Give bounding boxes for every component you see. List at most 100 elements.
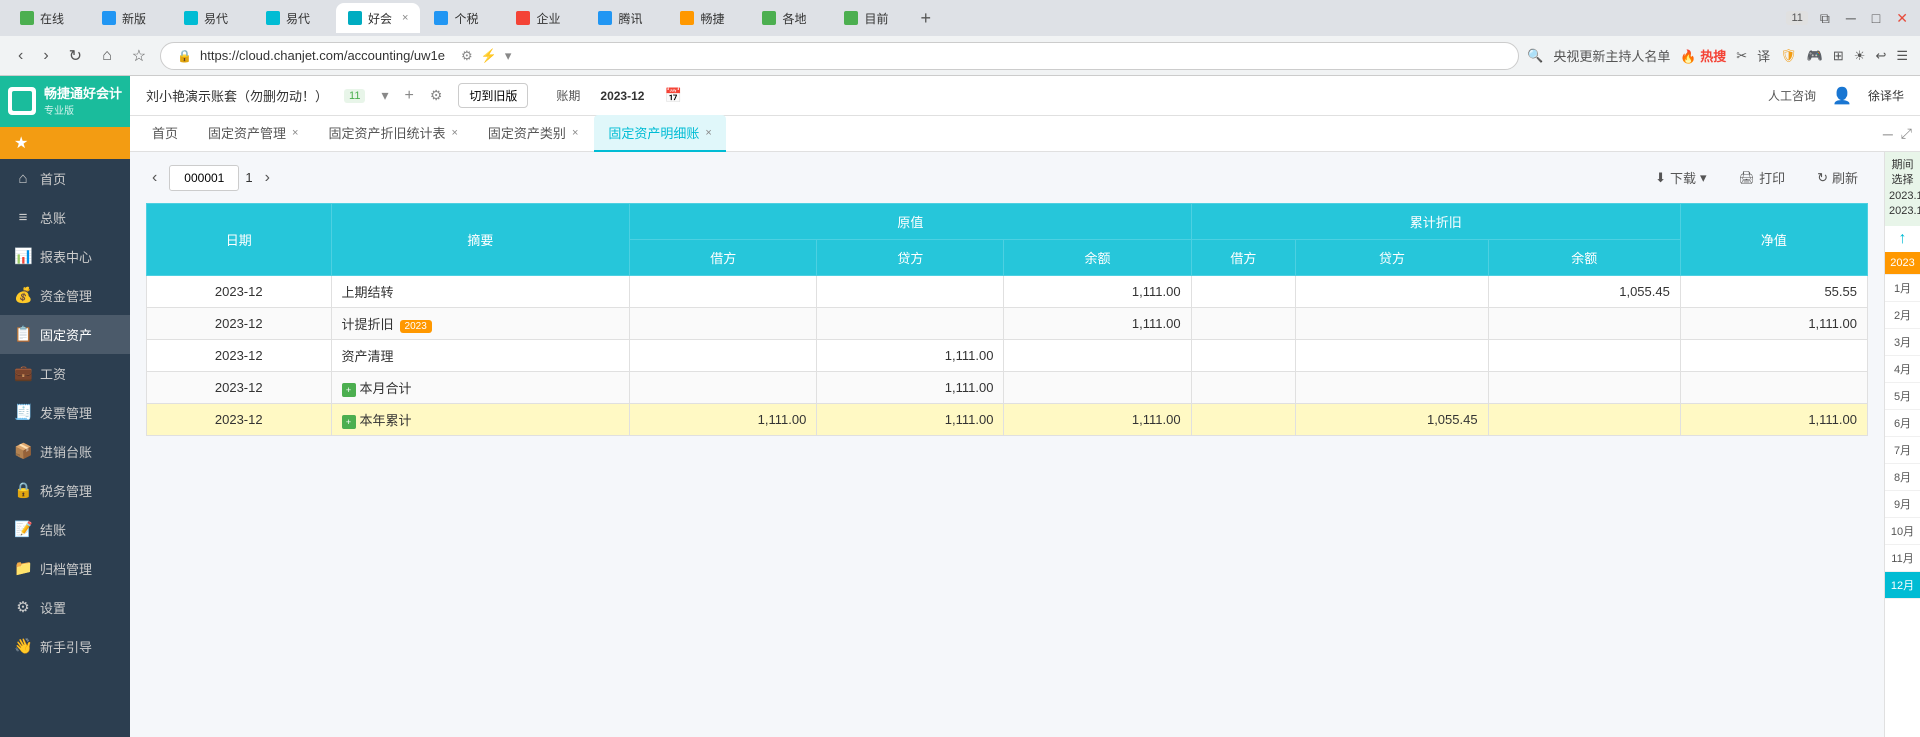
- period-item-7[interactable]: 7月: [1885, 437, 1920, 464]
- sidebar-item-tax[interactable]: 🔒 税务管理: [0, 471, 130, 510]
- sidebar-item-settings[interactable]: ⚙ 设置: [0, 588, 130, 627]
- sidebar-item-funds[interactable]: 💰 资金管理: [0, 276, 130, 315]
- grid-icon[interactable]: ⊞: [1833, 48, 1844, 64]
- window-close-icon[interactable]: ✕: [1892, 6, 1912, 31]
- nav-reload-button[interactable]: ↻: [63, 42, 88, 70]
- browser-tab-4[interactable]: 易代: [254, 3, 334, 33]
- period-item-8[interactable]: 8月: [1885, 464, 1920, 491]
- sidebar-item-invoice[interactable]: 🧾 发票管理: [0, 393, 130, 432]
- download-dropdown-icon[interactable]: ▾: [1700, 170, 1707, 186]
- refresh-button[interactable]: ↻ 刷新: [1807, 164, 1868, 191]
- next-page-button[interactable]: ›: [259, 167, 276, 189]
- sidebar-item-reports[interactable]: 📊 报表中心: [0, 237, 130, 276]
- page-tab-detail-close[interactable]: ×: [705, 127, 711, 139]
- calendar-icon[interactable]: 📅: [664, 87, 681, 104]
- url-bar[interactable]: 🔒 https://cloud.chanjet.com/accounting/u…: [160, 42, 1519, 70]
- browser-tab-9[interactable]: 畅捷: [668, 3, 748, 33]
- cell-date: 2023-12: [147, 372, 332, 404]
- page-tab-fixed-mgmt-close[interactable]: ×: [292, 127, 298, 139]
- page-tab-detail-ledger[interactable]: 固定资产明细账 ×: [594, 115, 725, 152]
- period-item-3[interactable]: 3月: [1885, 329, 1920, 356]
- sidebar-item-close[interactable]: 📝 结账: [0, 510, 130, 549]
- browser-tab-6[interactable]: 个税: [422, 3, 502, 33]
- browser-tab-11[interactable]: 目前: [832, 3, 912, 33]
- period-selector: 期间选择 2023.12 2023.12 ↑ 2023 1月 2月 3月 4月 …: [1884, 152, 1920, 737]
- window-maximize-icon[interactable]: □: [1868, 6, 1884, 30]
- period-item-5[interactable]: 5月: [1885, 383, 1920, 410]
- page-tab-asset-cat-label: 固定资产类别: [488, 123, 566, 142]
- prev-page-button[interactable]: ‹: [146, 167, 163, 189]
- sidebar-item-stock[interactable]: 📦 进销台账: [0, 432, 130, 471]
- sidebar-favorite[interactable]: ★: [0, 127, 130, 159]
- nav-bookmark-button[interactable]: ☆: [126, 42, 152, 70]
- hot-search-label[interactable]: 🔥 热搜: [1680, 46, 1726, 65]
- consult-label[interactable]: 人工咨询: [1768, 87, 1816, 104]
- browser-tab-5[interactable]: 好会 ×: [336, 3, 420, 33]
- cell-net-value: 1,111.00: [1680, 308, 1867, 340]
- gamepad-icon[interactable]: 🎮: [1807, 48, 1823, 64]
- period-item-6[interactable]: 6月: [1885, 410, 1920, 437]
- nav-forward-button[interactable]: ›: [37, 43, 54, 69]
- add-tab-button[interactable]: +: [914, 8, 937, 29]
- switch-version-button[interactable]: 切到旧版: [458, 83, 528, 108]
- sidebar-item-payroll-label: 工资: [40, 364, 66, 383]
- sidebar-item-archive[interactable]: 📁 归档管理: [0, 549, 130, 588]
- tab-count-badge: 11: [1786, 11, 1807, 25]
- shield-icon[interactable]: 🛡: [1780, 48, 1797, 64]
- brightness-icon[interactable]: ☀: [1854, 48, 1866, 64]
- app-container: 畅捷通好会计 专业版 ★ ⌂ 首页 ≡ 总账 📊 报表中心 💰 资金管理 📋 固…: [0, 76, 1920, 737]
- browser-tab-1[interactable]: 在线: [8, 3, 88, 33]
- menu-icon[interactable]: ☰: [1896, 48, 1908, 64]
- period-item-year[interactable]: 2023: [1885, 252, 1920, 275]
- period-item-2[interactable]: 2月: [1885, 302, 1920, 329]
- sidebar-item-payroll[interactable]: 💼 工资: [0, 354, 130, 393]
- print-button[interactable]: 🖨 打印: [1729, 164, 1796, 191]
- period-scroll-up[interactable]: ↑: [1885, 226, 1920, 252]
- period-item-1[interactable]: 1月: [1885, 275, 1920, 302]
- period-item-10[interactable]: 10月: [1885, 518, 1920, 545]
- page-tab-asset-category[interactable]: 固定资产类别 ×: [474, 115, 592, 152]
- cell-orig-debit: [630, 276, 817, 308]
- dropdown-icon[interactable]: ▾: [505, 48, 512, 64]
- page-input[interactable]: [169, 165, 239, 191]
- page-tab-asset-cat-close[interactable]: ×: [572, 127, 578, 139]
- account-dropdown-button[interactable]: ▾: [381, 87, 388, 104]
- page-tab-dep-stats-close[interactable]: ×: [451, 127, 457, 139]
- period-month-10: 10月: [1891, 526, 1914, 538]
- translate-icon[interactable]: 译: [1757, 46, 1770, 65]
- col-date: 日期: [147, 204, 332, 276]
- browser-tab-8[interactable]: 腾讯: [586, 3, 666, 33]
- page-tab-depreciation-stats[interactable]: 固定资产折旧统计表 ×: [314, 115, 471, 152]
- browser-tab-2[interactable]: 新版: [90, 3, 170, 33]
- nav-home-button[interactable]: ⌂: [96, 43, 118, 69]
- sidebar-item-fixed[interactable]: 📋 固定资产: [0, 315, 130, 354]
- sidebar-item-home[interactable]: ⌂ 首页: [0, 159, 130, 198]
- period-item-4[interactable]: 4月: [1885, 356, 1920, 383]
- period-item-11[interactable]: 11月: [1885, 545, 1920, 572]
- ssl-lock-icon: 🔒: [177, 49, 192, 63]
- download-button[interactable]: ⬇ 下载 ▾: [1645, 164, 1716, 191]
- tab-controls: 11 ⧉ ─ □ ✕: [1786, 6, 1912, 31]
- tab-expand-icon[interactable]: ⤢: [1901, 125, 1912, 142]
- nav-back-button[interactable]: ‹: [12, 43, 29, 69]
- page-tab-fixed-mgmt[interactable]: 固定资产管理 ×: [194, 115, 312, 152]
- sidebar-item-ledger-label: 总账: [40, 208, 66, 227]
- page-tab-home[interactable]: 首页: [138, 115, 192, 152]
- reports-icon: 📊: [14, 247, 32, 265]
- sidebar-item-ledger[interactable]: ≡ 总账: [0, 198, 130, 237]
- settings-small-button[interactable]: ⚙: [430, 87, 443, 104]
- scissors-icon[interactable]: ✂: [1736, 48, 1747, 64]
- sidebar-item-guide[interactable]: 👋 新手引导: [0, 627, 130, 666]
- tab-close-5[interactable]: ×: [402, 12, 408, 24]
- browser-tab-7[interactable]: 企业: [504, 3, 584, 33]
- add-account-button[interactable]: +: [404, 87, 413, 105]
- tab-minimize-icon[interactable]: ─: [1883, 126, 1893, 142]
- browser-tab-10[interactable]: 各地: [750, 3, 830, 33]
- period-item-12[interactable]: 12月: [1885, 572, 1920, 599]
- browser-tab-3[interactable]: 易代: [172, 3, 252, 33]
- window-minimize-icon[interactable]: ─: [1842, 6, 1860, 30]
- undo-icon[interactable]: ↩: [1875, 48, 1886, 64]
- sidebar-item-settings-label: 设置: [40, 598, 66, 617]
- window-restore-icon[interactable]: ⧉: [1816, 6, 1834, 31]
- period-item-9[interactable]: 9月: [1885, 491, 1920, 518]
